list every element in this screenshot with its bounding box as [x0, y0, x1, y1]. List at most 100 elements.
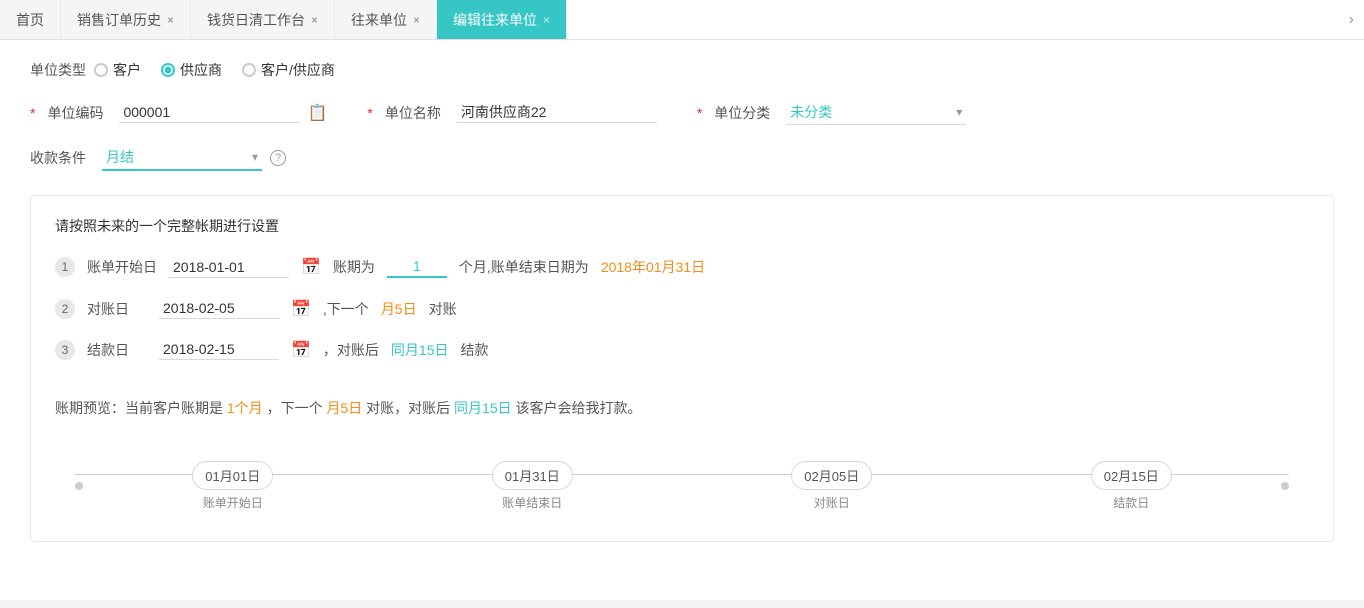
- tab-cash-work[interactable]: 钱货日清工作台 ×: [191, 0, 335, 39]
- reconcile-prefix: ,下一个: [323, 299, 369, 319]
- unit-type-row: 单位类型 客户 供应商 客户/供应商: [30, 60, 1334, 80]
- setting-row-3: 3 结款日 📅 ，对账后 同月15日 结款: [55, 339, 1309, 360]
- preview-mid2: 对账，对账后: [366, 400, 450, 416]
- tab-partner-label: 往来单位: [351, 10, 407, 30]
- radio-supplier[interactable]: 供应商: [161, 60, 222, 80]
- preview-mid1: ，下一个: [267, 400, 323, 416]
- radio-supplier-circle: [161, 63, 175, 77]
- radio-customer-label: 客户: [113, 60, 141, 80]
- payment-date-input[interactable]: [159, 339, 279, 360]
- timeline-node-4: 02月15日 结款日: [1091, 461, 1172, 511]
- node-2-bubble: 01月31日: [492, 461, 573, 490]
- node-3-label: 对账日: [814, 494, 850, 511]
- page-content: 单位类型 客户 供应商 客户/供应商 * 单位编码 📋 * 单位名称: [0, 40, 1364, 600]
- end-date-highlight: 2018年01月31日: [601, 257, 705, 277]
- timeline-end-dot: [1281, 482, 1289, 490]
- unit-name-group: * 单位名称: [367, 102, 656, 123]
- reconcile-date-calendar-icon[interactable]: 📅: [291, 299, 311, 319]
- payment-chevron-icon: ▾: [252, 150, 258, 164]
- node-3-bubble: 02月05日: [791, 461, 872, 490]
- unit-code-input[interactable]: [119, 102, 299, 123]
- preview-after: 该客户会给我打款。: [516, 400, 642, 416]
- node-2-label: 账单结束日: [502, 494, 562, 511]
- settings-card: 请按照未来的一个完整帐期进行设置 1 账单开始日 📅 账期为 个月,账单结束日期…: [30, 195, 1334, 542]
- reconcile-suffix: 对账: [429, 299, 457, 319]
- unit-type-label: 单位类型: [30, 60, 86, 80]
- payment-help-icon[interactable]: ?: [270, 150, 286, 166]
- close-partner-icon[interactable]: ×: [413, 13, 420, 27]
- unit-category-label: 单位分类: [714, 103, 770, 123]
- payment-suffix: 结款: [461, 340, 489, 360]
- payment-prefix: ，对账后: [323, 340, 379, 360]
- settings-title: 请按照未来的一个完整帐期进行设置: [55, 216, 1309, 236]
- category-chevron-icon: ▾: [956, 105, 962, 119]
- tab-home-label: 首页: [16, 10, 44, 30]
- node-4-bubble: 02月15日: [1091, 461, 1172, 490]
- tab-edit-partner-label: 编辑往来单位: [453, 10, 537, 30]
- setting-num-2: 2: [55, 299, 75, 319]
- category-required: *: [697, 105, 702, 121]
- unit-type-radio-group: 客户 供应商 客户/供应商: [94, 60, 335, 80]
- unit-name-label: 单位名称: [385, 103, 441, 123]
- preview-highlight-1: 1个月: [227, 400, 263, 416]
- timeline-start-dot: [75, 482, 83, 490]
- unit-name-input[interactable]: [457, 102, 657, 123]
- preview-highlight-2: 月5日: [326, 400, 362, 416]
- setting-num-1: 1: [55, 257, 75, 277]
- setting-row-2: 2 对账日 📅 ,下一个 月5日 对账: [55, 298, 1309, 319]
- name-required: *: [367, 105, 372, 121]
- preview-section: 账期预览：当前客户账期是 1个月 ，下一个 月5日 对账，对账后 同月15日 该…: [55, 380, 1309, 521]
- unit-category-select[interactable]: 未分类 ▾: [786, 100, 966, 125]
- tab-sales-history-label: 销售订单历史: [77, 10, 161, 30]
- close-edit-partner-icon[interactable]: ×: [543, 13, 550, 27]
- radio-customer-supplier[interactable]: 客户/供应商: [242, 60, 335, 80]
- setting-label-3: 结款日: [87, 340, 147, 360]
- timeline-node-1: 01月01日 账单开始日: [192, 461, 273, 511]
- node-4-label: 结款日: [1113, 494, 1149, 511]
- preview-highlight-3: 同月15日: [454, 400, 512, 416]
- code-copy-icon[interactable]: 📋: [307, 103, 327, 123]
- timeline-node-2: 01月31日 账单结束日: [492, 461, 573, 511]
- setting-label-2: 对账日: [87, 299, 147, 319]
- tabs-bar: 首页 销售订单历史 × 钱货日清工作台 × 往来单位 × 编辑往来单位 × ›: [0, 0, 1364, 40]
- node-1-bubble: 01月01日: [192, 461, 273, 490]
- setting-label-1: 账单开始日: [87, 257, 157, 277]
- close-sales-history-icon[interactable]: ×: [167, 13, 174, 27]
- unit-code-group: * 单位编码 📋: [30, 102, 327, 123]
- payment-date-calendar-icon[interactable]: 📅: [291, 340, 311, 360]
- close-cash-work-icon[interactable]: ×: [311, 13, 318, 27]
- reconcile-date-input[interactable]: [159, 298, 279, 319]
- period-suffix: 个月,账单结束日期为: [459, 257, 589, 277]
- payment-select[interactable]: 月结 ▾: [102, 145, 262, 171]
- tab-expand-btn[interactable]: ›: [1339, 0, 1364, 39]
- radio-supplier-label: 供应商: [180, 60, 222, 80]
- timeline-node-3: 02月05日 对账日: [791, 461, 872, 511]
- reconcile-highlight: 月5日: [381, 299, 417, 319]
- period-input[interactable]: [387, 256, 447, 278]
- setting-row-1: 1 账单开始日 📅 账期为 个月,账单结束日期为 2018年01月31日: [55, 256, 1309, 278]
- radio-customer[interactable]: 客户: [94, 60, 141, 80]
- preview-label: 账期预览：当前客户账期是: [55, 400, 223, 416]
- radio-customer-supplier-circle: [242, 63, 256, 77]
- tab-sales-history[interactable]: 销售订单历史 ×: [61, 0, 191, 39]
- start-date-calendar-icon[interactable]: 📅: [301, 257, 321, 277]
- unit-category-group: * 单位分类 未分类 ▾: [697, 100, 966, 125]
- tab-partner[interactable]: 往来单位 ×: [335, 0, 437, 39]
- radio-customer-supplier-label: 客户/供应商: [261, 60, 335, 80]
- timeline-wrapper: 01月01日 账单开始日 01月31日 账单结束日 02月05日 对账日: [55, 451, 1309, 521]
- start-date-input[interactable]: [169, 257, 289, 278]
- payment-label: 收款条件: [30, 148, 86, 168]
- tab-cash-work-label: 钱货日清工作台: [207, 10, 305, 30]
- code-required: *: [30, 105, 35, 121]
- radio-customer-circle: [94, 63, 108, 77]
- node-1-label: 账单开始日: [203, 494, 263, 511]
- period-prefix: 账期为: [333, 257, 375, 277]
- payment-date-highlight: 同月15日: [391, 340, 449, 360]
- unit-category-value: 未分类: [790, 102, 950, 122]
- unit-code-label: 单位编码: [47, 103, 103, 123]
- tab-home[interactable]: 首页: [0, 0, 61, 39]
- payment-row: 收款条件 月结 ▾ ?: [30, 145, 1334, 171]
- payment-value: 月结: [106, 147, 252, 167]
- setting-num-3: 3: [55, 340, 75, 360]
- tab-edit-partner[interactable]: 编辑往来单位 ×: [437, 0, 567, 39]
